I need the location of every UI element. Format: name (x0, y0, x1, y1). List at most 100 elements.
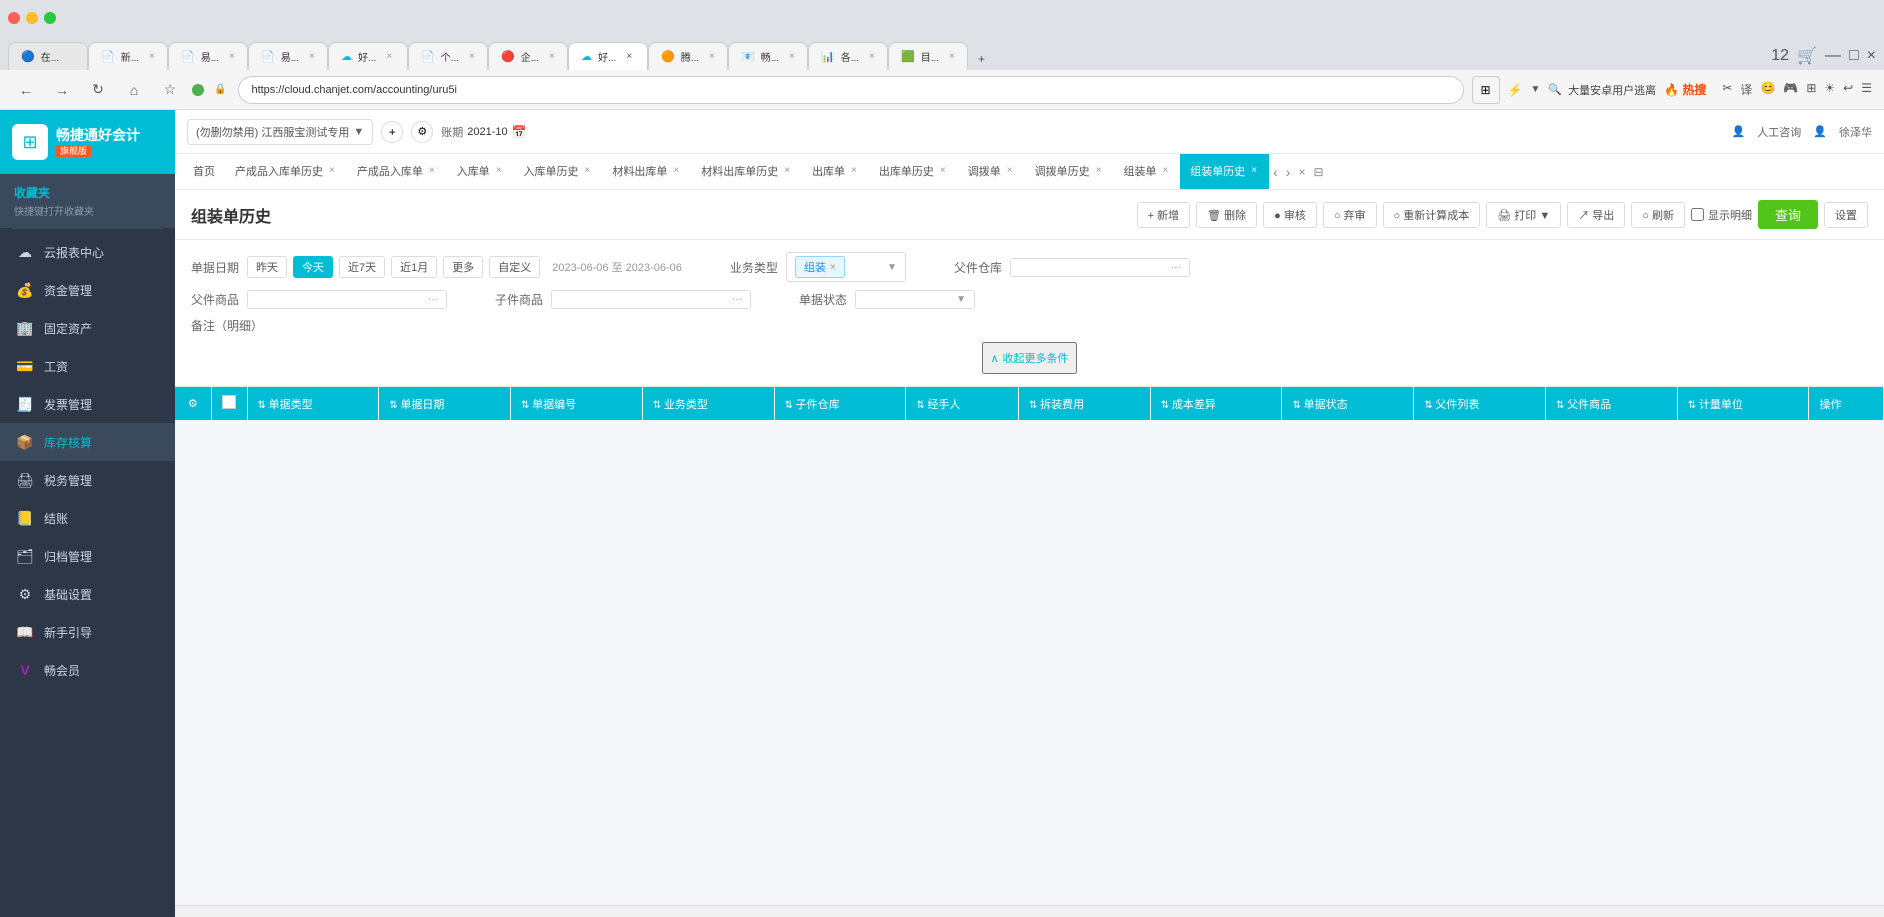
tab-transfer-history-close[interactable]: × (1094, 165, 1104, 176)
child-goods-input[interactable]: ··· (551, 290, 751, 309)
browser-tab-5[interactable]: ☁好...× (328, 42, 408, 70)
date-last-month[interactable]: 近1月 (391, 256, 437, 278)
sidebar-item-asset[interactable]: 🏢 固定资产 (0, 309, 175, 347)
sidebar-item-guide[interactable]: 📖 新手引导 (0, 613, 175, 651)
parent-warehouse-input[interactable]: ··· (1010, 258, 1190, 277)
tab-left-btn[interactable]: ‹ (1269, 164, 1282, 180)
tab-out-close[interactable]: × (849, 165, 859, 176)
doc-status-dropdown[interactable]: ▼ (956, 294, 966, 305)
undo-tool[interactable]: ↩ (1843, 81, 1853, 98)
tab-transfer-close[interactable]: × (1005, 165, 1015, 176)
refresh-button[interactable]: ○ 刷新 (1631, 202, 1685, 228)
browser-tab-7[interactable]: 🔴企...× (488, 42, 568, 70)
sidebar-item-inventory[interactable]: 📦 库存核算 (0, 423, 175, 461)
tab-in[interactable]: 入库单 × (447, 154, 514, 190)
tab-right-btn[interactable]: › (1282, 164, 1295, 180)
translate-tool[interactable]: 译 (1740, 81, 1752, 98)
tab-assembly-history-close[interactable]: × (1249, 165, 1259, 176)
settings-company-button[interactable]: ⚙ (411, 121, 433, 143)
browser-tab-2[interactable]: 📄新...× (88, 42, 168, 70)
period-selector[interactable]: 账期 2021-10 📅 (441, 124, 526, 140)
browser-tab-10[interactable]: 📧畅...× (728, 42, 808, 70)
business-type-select[interactable]: 组装 × ▼ (786, 252, 906, 282)
th-unit[interactable]: 计量单位 (1677, 387, 1809, 420)
emoji-tool[interactable]: 😊 (1760, 81, 1775, 98)
browser-tab-1[interactable]: 🔵在... (8, 42, 88, 70)
tab-home[interactable]: 首页 (183, 154, 225, 190)
tab-in-history[interactable]: 入库单历史 × (514, 154, 603, 190)
bookmark-button[interactable]: ☆ (156, 76, 184, 104)
export-button[interactable]: ↗ 导出 (1567, 202, 1625, 228)
browser-tab-6[interactable]: 📄个...× (408, 42, 488, 70)
print-button[interactable]: 🖨 打印 ▼ (1486, 202, 1561, 228)
qr-button[interactable]: ⊞ (1472, 76, 1500, 104)
lightning-button[interactable]: ⚡ (1508, 83, 1523, 97)
browser-tab-3[interactable]: 📄易...× (168, 42, 248, 70)
tab-in-close[interactable]: × (494, 165, 504, 176)
dropdown-button[interactable]: ▼ (1530, 84, 1540, 95)
sidebar-item-fund[interactable]: 💰 资金管理 (0, 271, 175, 309)
grid-tool[interactable]: ⊞ (1806, 81, 1816, 98)
tab-material-out-history[interactable]: 材料出库单历史 × (691, 154, 802, 190)
sidebar-item-tax[interactable]: 🖨 税务管理 (0, 461, 175, 499)
add-company-button[interactable]: + (381, 121, 403, 143)
browser-tab-11[interactable]: 📊各...× (808, 42, 888, 70)
tab-out[interactable]: 出库单 × (802, 154, 869, 190)
tab-transfer-history[interactable]: 调拨单历史 × (1025, 154, 1114, 190)
back-button[interactable]: ← (12, 76, 40, 104)
date-more[interactable]: 更多 (443, 256, 483, 278)
sidebar-item-archive[interactable]: 🗂 归档管理 (0, 537, 175, 575)
tab-in-history-close[interactable]: × (583, 165, 593, 176)
sidebar-item-account[interactable]: 📒 结账 (0, 499, 175, 537)
date-today[interactable]: 今天 (293, 256, 333, 278)
company-selector[interactable]: (勿删勿禁用) 江西服宝测试专用 ▼ (187, 119, 373, 145)
th-parent-list[interactable]: 父件列表 (1414, 387, 1546, 420)
forward-button[interactable]: → (48, 76, 76, 104)
bottom-scrollbar[interactable] (175, 905, 1884, 917)
tab-product-in-history[interactable]: 产成品入库单历史 × (225, 154, 347, 190)
sidebar-item-payroll[interactable]: 💳 工资 (0, 347, 175, 385)
sidebar-item-member[interactable]: V 畅会员 (0, 651, 175, 689)
tab-options-btn[interactable]: ⊟ (1309, 165, 1327, 179)
browser-tab-9[interactable]: 🟠腾...× (648, 42, 728, 70)
address-bar[interactable] (238, 76, 1463, 104)
tab-material-out-close[interactable]: × (671, 165, 681, 176)
tab-assembly-history[interactable]: 组装单历史 × (1180, 154, 1269, 190)
sidebar-item-invoice[interactable]: 🧾 发票管理 (0, 385, 175, 423)
tab-product-in-history-close[interactable]: × (327, 165, 337, 176)
parent-warehouse-more[interactable]: ··· (1171, 262, 1181, 273)
th-settings[interactable]: ⚙ (175, 387, 211, 420)
delete-button[interactable]: 🗑 删除 (1196, 202, 1257, 228)
home-button[interactable]: ⌂ (120, 76, 148, 104)
th-check[interactable] (211, 387, 247, 420)
sidebar-item-settings[interactable]: ⚙ 基础设置 (0, 575, 175, 613)
th-biz-type[interactable]: 业务类型 (642, 387, 774, 420)
collapse-button[interactable]: ∧ 收起更多条件 (982, 342, 1076, 374)
child-goods-more[interactable]: ··· (732, 294, 742, 305)
reload-button[interactable]: ↻ (84, 76, 112, 104)
sidebar-favorites[interactable]: 收藏夹 快捷键打开收藏夹 (0, 174, 175, 228)
parent-goods-input[interactable]: ··· (247, 290, 447, 309)
date-last7[interactable]: 近7天 (339, 256, 385, 278)
search-button[interactable]: 查询 (1758, 200, 1818, 229)
add-button[interactable]: + 新增 (1137, 202, 1190, 228)
th-cost-diff[interactable]: 成本差异 (1150, 387, 1282, 420)
tab-out-history-close[interactable]: × (938, 165, 948, 176)
toolbar-search[interactable]: 🔍 大量安卓用户逃离 (1548, 82, 1656, 98)
display-detail-input[interactable] (1691, 208, 1704, 221)
tab-material-out[interactable]: 材料出库单 × (602, 154, 691, 190)
display-detail-checkbox[interactable]: 显示明细 (1691, 207, 1752, 223)
tab-assembly[interactable]: 组装单 × (1113, 154, 1180, 190)
th-handler[interactable]: 经手人 (906, 387, 1019, 420)
th-parent-goods[interactable]: 父件商品 (1545, 387, 1677, 420)
th-doc-no[interactable]: 单据编号 (511, 387, 643, 420)
th-doc-type[interactable]: 单据类型 (247, 387, 379, 420)
date-yesterday[interactable]: 昨天 (247, 256, 287, 278)
audit-button[interactable]: ● 审核 (1263, 202, 1317, 228)
business-type-tag-close[interactable]: × (830, 262, 836, 273)
menu-tool[interactable]: ☰ (1861, 81, 1872, 98)
th-doc-date[interactable]: 单据日期 (379, 387, 511, 420)
header-checkbox[interactable] (222, 395, 236, 409)
recalculate-button[interactable]: ○ 重新计算成本 (1383, 202, 1481, 228)
parent-goods-more[interactable]: ··· (428, 294, 438, 305)
